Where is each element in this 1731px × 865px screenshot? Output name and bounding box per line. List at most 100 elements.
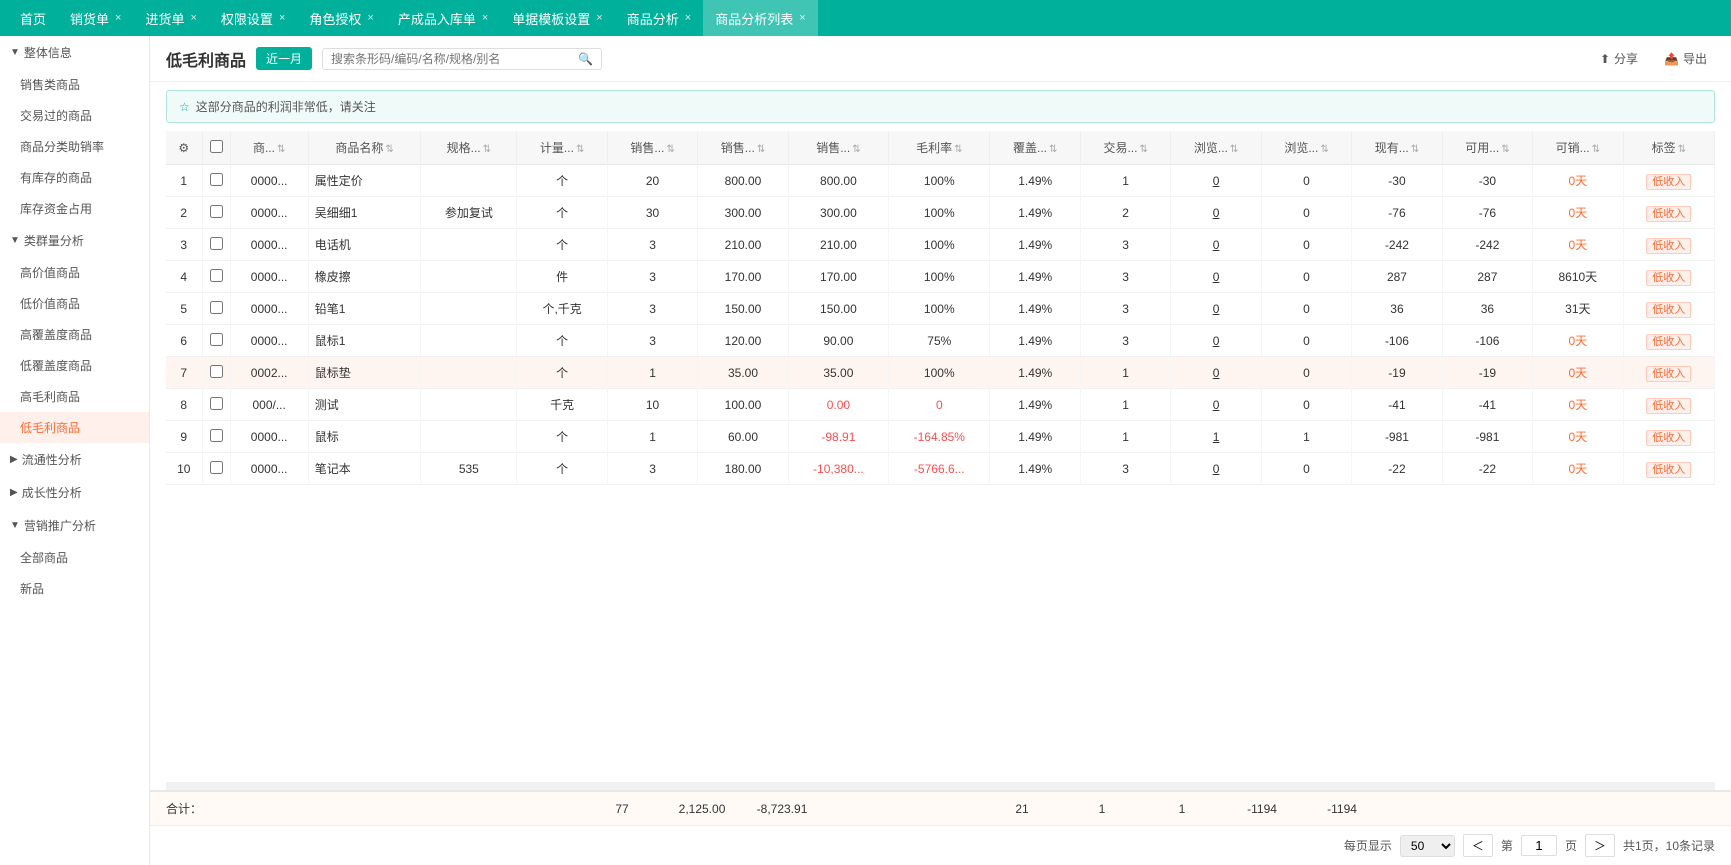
cell-checkbox[interactable] (202, 293, 230, 325)
sidebar-section-cluster[interactable]: ▼ 类群量分析 (0, 224, 149, 257)
cell-gross-margin: -164.85% (889, 421, 990, 453)
total-cells: 77 2,125.00 -8,723.91 21 1 1 -1194 -1194 (222, 802, 1542, 816)
cell-view1[interactable]: 0 (1171, 453, 1261, 485)
cell-checkbox[interactable] (202, 357, 230, 389)
cell-unit: 个 (517, 421, 607, 453)
sidebar-item-low-margin[interactable]: 低毛利商品 (0, 412, 149, 443)
share-button[interactable]: ⬆ 分享 (1592, 46, 1646, 71)
cell-name: 铅笔1 (308, 293, 420, 325)
sidebar-item-low-coverage[interactable]: 低覆盖度商品 (0, 350, 149, 381)
cell-current: 36 (1352, 293, 1442, 325)
cell-checkbox[interactable] (202, 261, 230, 293)
next-page-btn[interactable]: ＞ (1585, 834, 1615, 857)
cell-checkbox[interactable] (202, 229, 230, 261)
sidebar-item-all-goods[interactable]: 全部商品 (0, 542, 149, 573)
nav-goods-analysis-list[interactable]: 商品分析列表 × (703, 0, 817, 36)
sidebar-section-liquidity[interactable]: ▶ 流通性分析 (0, 443, 149, 476)
close-icon[interactable]: × (596, 12, 602, 24)
cell-view1[interactable]: 0 (1171, 165, 1261, 197)
nav-sales-order[interactable]: 销货单 × (58, 0, 133, 36)
sidebar-item-category-rate[interactable]: 商品分类助销率 (0, 131, 149, 162)
cell-sale-amount: 800.00 (698, 165, 788, 197)
cell-trade: 3 (1080, 261, 1170, 293)
nav-home[interactable]: 首页 (8, 0, 58, 36)
top-nav: 首页 销货单 × 进货单 × 权限设置 × 角色授权 × 产成品入库单 × 单据… (0, 0, 1731, 36)
cell-checkbox[interactable] (202, 197, 230, 229)
close-icon[interactable]: × (482, 12, 488, 24)
sidebar-item-stocked-goods[interactable]: 有库存的商品 (0, 162, 149, 193)
sidebar-item-new-goods[interactable]: 新品 (0, 573, 149, 604)
sidebar-item-high-value[interactable]: 高价值商品 (0, 257, 149, 288)
cell-code: 0000... (230, 325, 308, 357)
horizontal-scrollbar[interactable] (166, 782, 1715, 790)
cell-view1[interactable]: 0 (1171, 357, 1261, 389)
cell-name: 笔记本 (308, 453, 420, 485)
cell-sale-amount: 35.00 (698, 357, 788, 389)
search-input[interactable] (331, 52, 574, 66)
nav-permission[interactable]: 权限设置 × (209, 0, 297, 36)
cell-current: -981 (1352, 421, 1442, 453)
nav-product-inbound[interactable]: 产成品入库单 × (386, 0, 500, 36)
cell-saleable: 0天 (1533, 325, 1623, 357)
pagination-bar: 每页显示 50 100 200 ＜ 第 页 ＞ 共1页，10条记录 (150, 825, 1731, 865)
close-icon[interactable]: × (190, 12, 196, 24)
cell-current: -76 (1352, 197, 1442, 229)
close-icon[interactable]: × (279, 12, 285, 24)
cell-coverage: 1.49% (990, 325, 1080, 357)
export-button[interactable]: 📤 导出 (1656, 46, 1715, 71)
cell-view1[interactable]: 0 (1171, 325, 1261, 357)
nav-goods-analysis[interactable]: 商品分析 × (615, 0, 703, 36)
cell-checkbox[interactable] (202, 453, 230, 485)
cell-view1[interactable]: 0 (1171, 293, 1261, 325)
cell-checkbox[interactable] (202, 325, 230, 357)
cell-view1[interactable]: 1 (1171, 421, 1261, 453)
nav-purchase-order[interactable]: 进货单 × (133, 0, 208, 36)
cell-view1[interactable]: 0 (1171, 261, 1261, 293)
sidebar-item-sales-goods[interactable]: 销售类商品 (0, 69, 149, 100)
sidebar-section-overall[interactable]: ▼ 整体信息 (0, 36, 149, 69)
table-row: 3 0000... 电话机 个 3 210.00 210.00 100% 1.4… (166, 229, 1715, 261)
total-gross-margin (822, 802, 902, 816)
cell-sale-qty: 3 (607, 229, 697, 261)
close-icon[interactable]: × (115, 12, 121, 24)
cell-unit: 个 (517, 197, 607, 229)
filter-recent-month-btn[interactable]: 近一月 (256, 47, 312, 70)
cell-unit: 个 (517, 325, 607, 357)
cell-view1[interactable]: 0 (1171, 197, 1261, 229)
col-settings[interactable]: ⚙ (166, 131, 202, 165)
cell-view2: 0 (1261, 165, 1351, 197)
total-trade: 21 (982, 802, 1062, 816)
cell-checkbox[interactable] (202, 165, 230, 197)
cell-trade: 3 (1080, 229, 1170, 261)
select-all-checkbox[interactable] (210, 140, 223, 153)
sidebar-item-high-coverage[interactable]: 高覆盖度商品 (0, 319, 149, 350)
close-icon[interactable]: × (367, 12, 373, 24)
cell-trade: 3 (1080, 325, 1170, 357)
sidebar-item-low-value[interactable]: 低价值商品 (0, 288, 149, 319)
cell-sale-profit: 90.00 (788, 325, 888, 357)
cell-checkbox[interactable] (202, 389, 230, 421)
col-tag-header: 标签⇅ (1623, 131, 1714, 165)
sidebar-section-marketing[interactable]: ▼ 营销推广分析 (0, 509, 149, 542)
cell-tag: 低收入 (1623, 293, 1714, 325)
cell-view1[interactable]: 0 (1171, 229, 1261, 261)
nav-template-settings[interactable]: 单据模板设置 × (500, 0, 614, 36)
cell-tag: 低收入 (1623, 165, 1714, 197)
close-icon[interactable]: × (685, 12, 691, 24)
sidebar-item-traded-goods[interactable]: 交易过的商品 (0, 100, 149, 131)
page-number-input[interactable] (1521, 835, 1557, 856)
sidebar-item-inventory-funds[interactable]: 库存资金占用 (0, 193, 149, 224)
cell-view1[interactable]: 0 (1171, 389, 1261, 421)
sidebar-item-high-margin[interactable]: 高毛利商品 (0, 381, 149, 412)
header-actions: ⬆ 分享 📤 导出 (1592, 46, 1715, 71)
cell-sale-amount: 150.00 (698, 293, 788, 325)
nav-role-auth[interactable]: 角色授权 × (297, 0, 385, 36)
sidebar-section-growth[interactable]: ▶ 成长性分析 (0, 476, 149, 509)
cell-checkbox[interactable] (202, 421, 230, 453)
per-page-select[interactable]: 50 100 200 (1400, 835, 1455, 857)
prev-page-btn[interactable]: ＜ (1463, 834, 1493, 857)
page-title: 低毛利商品 (166, 47, 246, 71)
col-view2-header: 浏览...⇅ (1261, 131, 1351, 165)
cell-sale-profit: 210.00 (788, 229, 888, 261)
close-icon[interactable]: × (799, 12, 805, 24)
